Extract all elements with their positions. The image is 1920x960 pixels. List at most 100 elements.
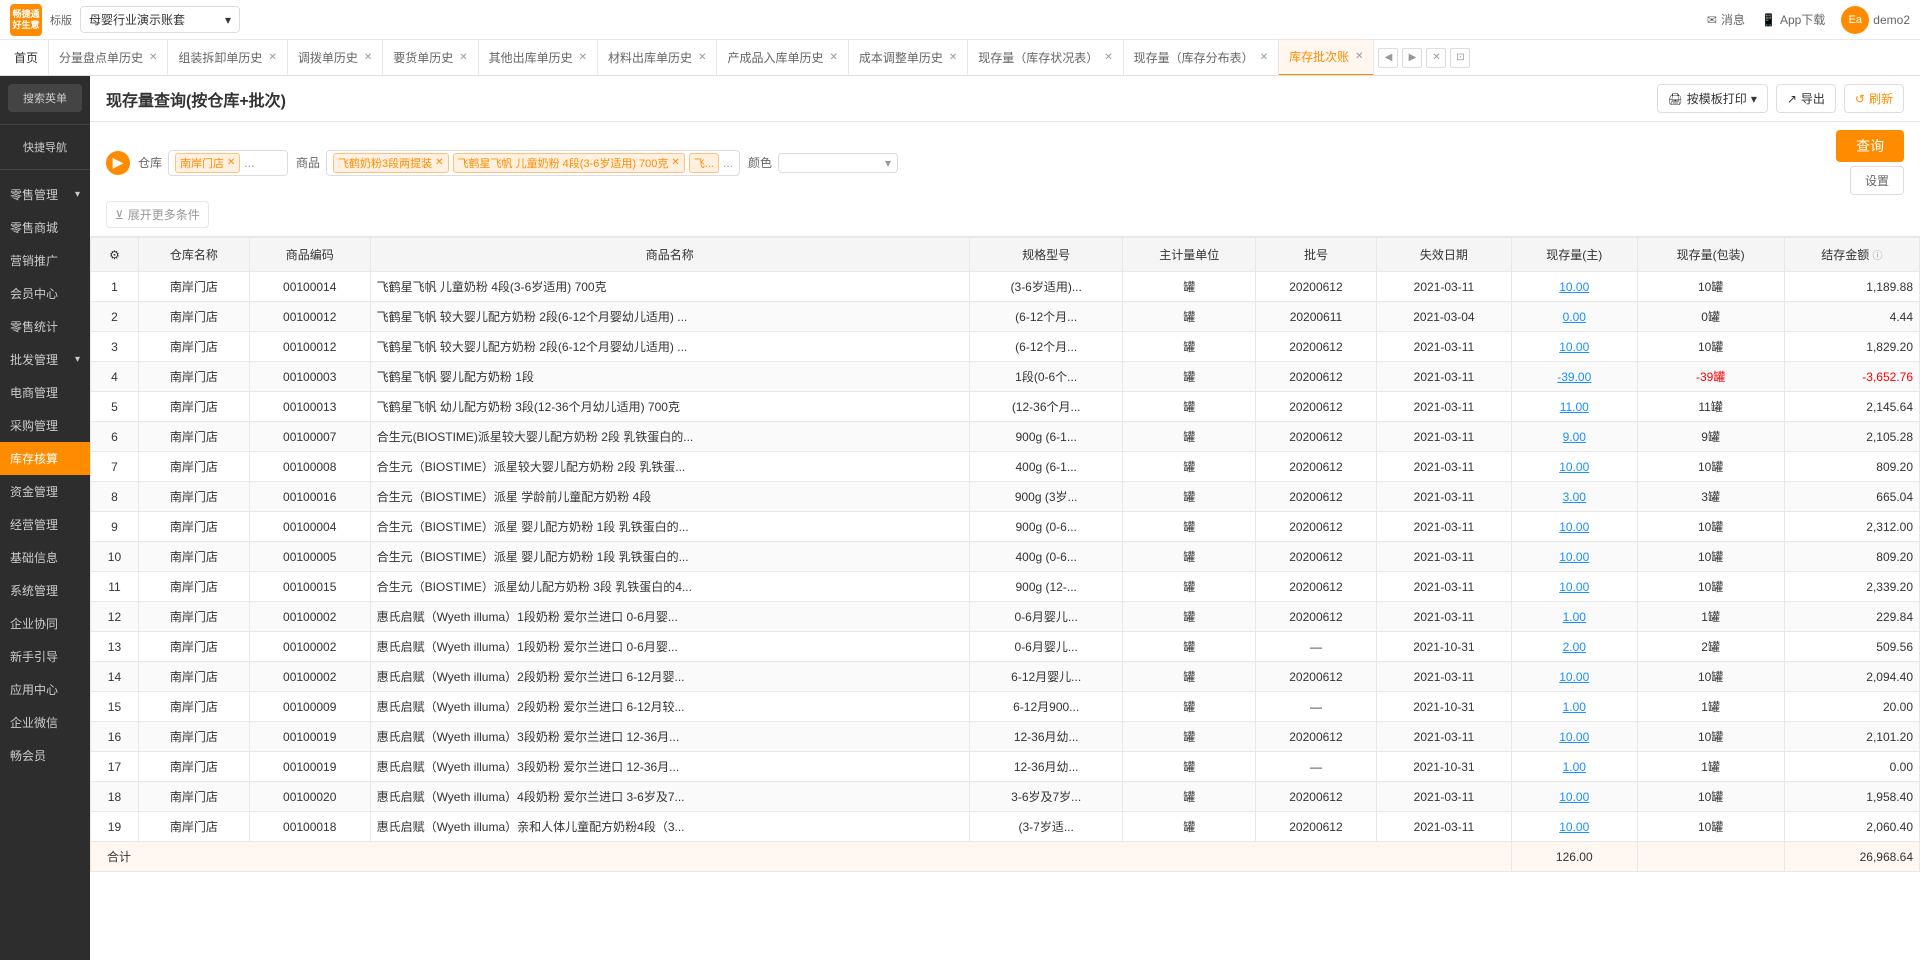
- product-filter-input[interactable]: 飞鹤奶粉3段两提装 ✕ 飞鹤星飞帆 儿童奶粉 4段(3-6岁适用) 700克 ✕…: [326, 150, 740, 176]
- industry-selector[interactable]: 母婴行业演示账套 ▾: [80, 6, 240, 33]
- cell-qty[interactable]: 10.00: [1512, 272, 1637, 302]
- sidebar-item-operations[interactable]: 经营管理: [0, 508, 90, 541]
- cell-qty[interactable]: 10.00: [1512, 452, 1637, 482]
- remove-product-tag-1-btn[interactable]: ✕: [435, 157, 443, 168]
- tab-more-btn[interactable]: ⊡: [1450, 48, 1470, 68]
- cell-qty[interactable]: 1.00: [1512, 752, 1637, 782]
- tab-chanpin[interactable]: 产成品入库单历史 ✕: [717, 40, 848, 76]
- cell-qty[interactable]: 2.00: [1512, 632, 1637, 662]
- sidebar-item-marketing[interactable]: 营销推广: [0, 244, 90, 277]
- user-menu[interactable]: Ea demo2: [1841, 6, 1910, 34]
- cell-name: 飞鹤星飞帆 幼儿配方奶粉 3段(12-36个月幼儿适用) 700克: [370, 392, 969, 422]
- sidebar-item-retail-stats[interactable]: 零售统计: [0, 310, 90, 343]
- tab-close-all-btn[interactable]: ✕: [1426, 48, 1446, 68]
- cell-qty[interactable]: -39.00: [1512, 362, 1637, 392]
- tab-next-btn[interactable]: ▶: [1402, 48, 1422, 68]
- cell-no: 13: [91, 632, 139, 662]
- cell-qty[interactable]: 10.00: [1512, 782, 1637, 812]
- tab-qitachu[interactable]: 其他出库单历史 ✕: [479, 40, 598, 76]
- col-settings[interactable]: ⚙: [91, 238, 139, 272]
- cell-spec: 0-6月婴儿...: [970, 602, 1123, 632]
- cell-qty[interactable]: 10.00: [1512, 512, 1637, 542]
- tab-chengben[interactable]: 成本调整单历史 ✕: [849, 40, 968, 76]
- sidebar-item-member[interactable]: 会员中心: [0, 277, 90, 310]
- close-icon[interactable]: ✕: [459, 52, 467, 63]
- search-menu-btn[interactable]: 搜索英单: [8, 84, 82, 112]
- filter-expand-btn[interactable]: ▶: [106, 151, 130, 175]
- close-icon[interactable]: ✕: [698, 52, 706, 63]
- cell-no: 7: [91, 452, 139, 482]
- close-icon[interactable]: ✕: [1104, 52, 1112, 63]
- cell-qty[interactable]: 3.00: [1512, 482, 1637, 512]
- cell-qty[interactable]: 1.00: [1512, 692, 1637, 722]
- product-tag-more: 飞...: [689, 153, 719, 173]
- sidebar-item-new-guide[interactable]: 新手引导: [0, 640, 90, 673]
- tab-home[interactable]: 首页: [4, 40, 49, 76]
- total-amount-cell: 26,968.64: [1784, 842, 1919, 872]
- table-row: 19 南岸门店 00100018 惠氏启赋（Wyeth illuma）亲和人体儿…: [91, 812, 1920, 842]
- close-icon[interactable]: ✕: [579, 52, 587, 63]
- cell-qty[interactable]: 9.00: [1512, 422, 1637, 452]
- cell-qty[interactable]: 11.00: [1512, 392, 1637, 422]
- sidebar-item-inventory[interactable]: 库存核算: [0, 442, 90, 475]
- sidebar-item-retail-mgmt[interactable]: 零售管理 ▾: [0, 178, 90, 211]
- tab-diaopo[interactable]: 调拨单历史 ✕: [288, 40, 383, 76]
- tab-kucunfen[interactable]: 现存量（库存分布表） ✕: [1124, 40, 1279, 76]
- table-row: 9 南岸门店 00100004 合生元（BIOSTIME）派星 婴儿配方奶粉 1…: [91, 512, 1920, 542]
- sidebar-item-enterprise-wechat[interactable]: 企业微信: [0, 706, 90, 739]
- cell-qty[interactable]: 10.00: [1512, 662, 1637, 692]
- close-icon[interactable]: ✕: [949, 52, 957, 63]
- sidebar-item-member-card[interactable]: 畅会员: [0, 739, 90, 772]
- cell-no: 18: [91, 782, 139, 812]
- cell-qty-pkg: 10罐: [1637, 572, 1784, 602]
- sidebar-item-basic-info[interactable]: 基础信息: [0, 541, 90, 574]
- cell-qty[interactable]: 10.00: [1512, 332, 1637, 362]
- cell-qty[interactable]: 10.00: [1512, 542, 1637, 572]
- sidebar-item-retail-shop[interactable]: 零售商城: [0, 211, 90, 244]
- tab-cailiao[interactable]: 材料出库单历史 ✕: [598, 40, 717, 76]
- color-filter-input[interactable]: ▾: [778, 153, 898, 173]
- cell-qty[interactable]: 0.00: [1512, 302, 1637, 332]
- cell-unit: 罐: [1123, 272, 1256, 302]
- col-unit: 主计量单位: [1123, 238, 1256, 272]
- cell-qty-pkg: 10罐: [1637, 662, 1784, 692]
- tab-yaohuo[interactable]: 要货单历史 ✕: [383, 40, 478, 76]
- cell-qty[interactable]: 1.00: [1512, 602, 1637, 632]
- quick-nav-btn[interactable]: 快捷导航: [0, 133, 90, 161]
- refresh-btn[interactable]: ↺ 刷新: [1844, 84, 1904, 113]
- close-icon[interactable]: ✕: [149, 52, 157, 63]
- close-icon[interactable]: ✕: [364, 52, 372, 63]
- message-btn[interactable]: ✉ 消息: [1707, 11, 1745, 28]
- export-btn[interactable]: ↗ 导出: [1776, 84, 1836, 113]
- sidebar-item-system[interactable]: 系统管理: [0, 574, 90, 607]
- sidebar-item-enterprise[interactable]: 企业协同: [0, 607, 90, 640]
- cell-spec: (3-7岁适...: [970, 812, 1123, 842]
- remove-warehouse-tag-btn[interactable]: ✕: [227, 157, 235, 168]
- close-icon[interactable]: ✕: [1355, 51, 1363, 62]
- tab-prev-btn[interactable]: ◀: [1378, 48, 1398, 68]
- cell-warehouse: 南岸门店: [138, 602, 249, 632]
- tab-fenpan[interactable]: 分量盘点单历史 ✕: [49, 40, 168, 76]
- sidebar-item-ecommerce[interactable]: 电商管理: [0, 376, 90, 409]
- close-icon[interactable]: ✕: [268, 52, 276, 63]
- cell-qty[interactable]: 10.00: [1512, 812, 1637, 842]
- close-icon[interactable]: ✕: [1260, 52, 1268, 63]
- expand-conditions-btn[interactable]: ⊻ 展开更多条件: [106, 201, 209, 228]
- close-icon[interactable]: ✕: [829, 52, 837, 63]
- sidebar-item-app-center[interactable]: 应用中心: [0, 673, 90, 706]
- tab-pici[interactable]: 库存批次账 ✕: [1279, 40, 1374, 76]
- sidebar-item-purchase[interactable]: 采购管理: [0, 409, 90, 442]
- sidebar-item-wholesale[interactable]: 批发管理 ▾: [0, 343, 90, 376]
- template-print-btn[interactable]: 🖨 按模板打印 ▾: [1657, 84, 1768, 113]
- settings-btn[interactable]: 设置: [1850, 166, 1904, 195]
- cell-qty[interactable]: 10.00: [1512, 572, 1637, 602]
- tab-kucunzhuang[interactable]: 现存量（库存状况表） ✕: [968, 40, 1123, 76]
- cell-qty[interactable]: 10.00: [1512, 722, 1637, 752]
- sidebar-item-finance[interactable]: 资金管理: [0, 475, 90, 508]
- remove-product-tag-2-btn[interactable]: ✕: [671, 157, 679, 168]
- warehouse-filter-input[interactable]: 南岸门店 ✕ ...: [168, 150, 288, 176]
- query-btn[interactable]: 查询: [1836, 130, 1904, 162]
- app-download-btn[interactable]: 📱 App下载: [1761, 11, 1825, 28]
- table-row: 4 南岸门店 00100003 飞鹤星飞帆 婴儿配方奶粉 1段 1段(0-6个.…: [91, 362, 1920, 392]
- tab-zuzhe[interactable]: 组装拆卸单历史 ✕: [168, 40, 287, 76]
